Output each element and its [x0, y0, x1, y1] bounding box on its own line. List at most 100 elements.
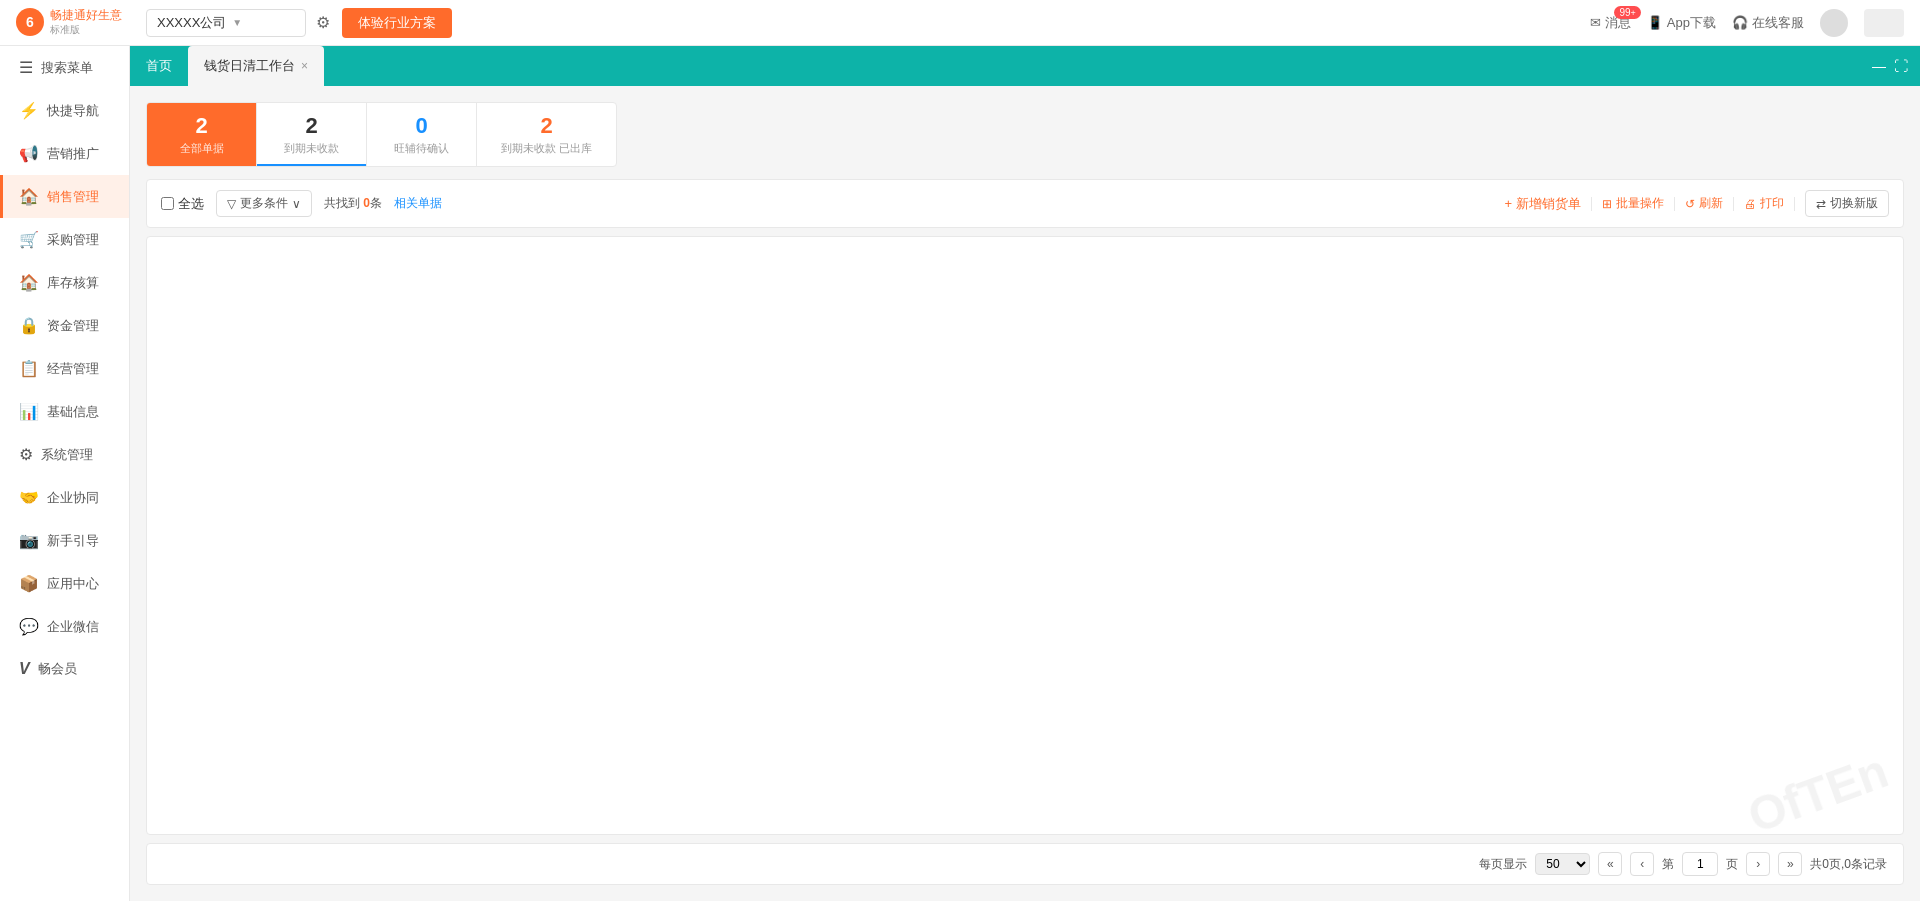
logo-icon: 6	[16, 8, 44, 36]
user-avatar[interactable]	[1820, 9, 1848, 37]
switch-label: 切换新版	[1830, 195, 1878, 212]
new-order-button[interactable]: + 新增销货单	[1504, 195, 1581, 213]
print-label: 打印	[1760, 195, 1784, 212]
stat-num-overdue: 2	[281, 113, 342, 139]
sidebar-item-newbie[interactable]: 📷 新手引导	[0, 519, 129, 562]
total-records: 共0页,0条记录	[1810, 856, 1887, 873]
member-icon: V	[19, 660, 30, 678]
sidebar-label-newbie: 新手引导	[47, 532, 99, 550]
online-service-btn[interactable]: 🎧 在线客服	[1732, 14, 1804, 32]
toolbar-divider-4	[1794, 197, 1795, 211]
select-all-checkbox[interactable]	[161, 197, 174, 210]
sidebar-item-quick-nav[interactable]: ⚡ 快捷导航	[0, 89, 129, 132]
page-label-pre: 第	[1662, 856, 1674, 873]
stat-tab-all[interactable]: 2 全部单据	[147, 103, 257, 166]
filter-button[interactable]: ▽ 更多条件 ∨	[216, 190, 312, 217]
new-order-label: 新增销货单	[1516, 195, 1581, 213]
sidebar-item-purchase[interactable]: 🛒 采购管理	[0, 218, 129, 261]
sidebar-label-operations: 经营管理	[47, 360, 99, 378]
top-bar: 6 畅捷通好生意 标准版 XXXXX公司 ▼ ⚙ 体验行业方案 ✉ 消息 99+…	[0, 0, 1920, 46]
next-page-btn[interactable]: ›	[1746, 852, 1770, 876]
sidebar-item-app-center[interactable]: 📦 应用中心	[0, 562, 129, 605]
stat-num-all: 2	[171, 113, 232, 139]
sidebar-item-basics[interactable]: 📊 基础信息	[0, 390, 129, 433]
sidebar-item-system[interactable]: ⚙ 系统管理	[0, 433, 129, 476]
quick-nav-icon: ⚡	[19, 101, 39, 120]
stat-tab-overdue-out[interactable]: 2 到期未收款 已出库	[477, 103, 616, 166]
app-center-icon: 📦	[19, 574, 39, 593]
sidebar-label-search-menu: 搜索菜单	[41, 59, 93, 77]
filter-arrow-icon: ∨	[292, 197, 301, 211]
sidebar-label-inventory: 库存核算	[47, 274, 99, 292]
company-dropdown-arrow: ▼	[232, 17, 242, 28]
switch-version-btn[interactable]: ⇄ 切换新版	[1805, 190, 1889, 217]
last-page-btn[interactable]: »	[1778, 852, 1802, 876]
sidebar-label-app-center: 应用中心	[47, 575, 99, 593]
tab-bar: 首页 钱货日清工作台 × — ⛶	[130, 46, 1920, 86]
per-page-select[interactable]: 50 100 200	[1535, 853, 1590, 875]
refresh-btn[interactable]: ↺ 刷新	[1685, 195, 1723, 212]
select-all-area[interactable]: 全选	[161, 195, 204, 213]
stat-tab-overdue[interactable]: 2 到期未收款	[257, 103, 367, 166]
sidebar-item-capital[interactable]: 🔒 资金管理	[0, 304, 129, 347]
app-download-btn[interactable]: 📱 App下载	[1647, 14, 1716, 32]
toolbar: 全选 ▽ 更多条件 ∨ 共找到 0条 相关单据 + 新增销货单	[146, 179, 1904, 228]
stat-label-overdue-out: 到期未收款 已出库	[501, 141, 592, 156]
trial-button[interactable]: 体验行业方案	[342, 8, 452, 38]
message-icon: ✉	[1590, 15, 1601, 30]
related-orders-link[interactable]: 相关单据	[394, 195, 442, 212]
sidebar-label-enterprise: 企业协同	[47, 489, 99, 507]
purchase-icon: 🛒	[19, 230, 39, 249]
found-count: 0	[363, 196, 370, 210]
sidebar-item-marketing[interactable]: 📢 营销推广	[0, 132, 129, 175]
stat-label-all: 全部单据	[171, 141, 232, 156]
toolbar-divider-2	[1674, 197, 1675, 211]
batch-label: 批量操作	[1616, 195, 1664, 212]
user-name-area[interactable]	[1864, 9, 1904, 37]
print-btn[interactable]: 🖨 打印	[1744, 195, 1784, 212]
basics-icon: 📊	[19, 402, 39, 421]
toolbar-divider-1	[1591, 197, 1592, 211]
filter-label: 更多条件	[240, 195, 288, 212]
message-btn[interactable]: ✉ 消息 99+	[1590, 14, 1631, 32]
select-all-label: 全选	[178, 195, 204, 213]
stat-label-overdue: 到期未收款	[281, 141, 342, 156]
operations-icon: 📋	[19, 359, 39, 378]
stat-tab-wangwang[interactable]: 0 旺辅待确认	[367, 103, 477, 166]
refresh-icon: ↺	[1685, 197, 1695, 211]
settings-icon[interactable]: ⚙	[316, 13, 330, 32]
logo-sub: 标准版	[50, 23, 122, 37]
minimize-btn[interactable]: —	[1872, 58, 1886, 74]
online-service-label: 在线客服	[1752, 14, 1804, 32]
batch-btn[interactable]: ⊞ 批量操作	[1602, 195, 1664, 212]
sidebar-item-member[interactable]: V 畅会员	[0, 648, 129, 690]
sidebar-item-search-menu[interactable]: ☰ 搜索菜单	[0, 46, 129, 89]
sidebar-label-member: 畅会员	[38, 660, 77, 678]
stat-num-wangwang: 0	[391, 113, 452, 139]
newbie-icon: 📷	[19, 531, 39, 550]
logo-text: 畅捷通好生意	[50, 8, 122, 22]
refresh-label: 刷新	[1699, 195, 1723, 212]
tab-workbench[interactable]: 钱货日清工作台 ×	[188, 46, 324, 86]
message-badge: 99+	[1614, 6, 1640, 19]
tab-home[interactable]: 首页	[130, 46, 188, 86]
sidebar: ☰ 搜索菜单 ⚡ 快捷导航 📢 营销推广 🏠 销售管理 🛒 采购管理 🏠 库存核…	[0, 46, 130, 901]
sidebar-item-inventory[interactable]: 🏠 库存核算	[0, 261, 129, 304]
sidebar-item-wechat[interactable]: 💬 企业微信	[0, 605, 129, 648]
maximize-btn[interactable]: ⛶	[1894, 58, 1908, 74]
system-icon: ⚙	[19, 445, 33, 464]
sidebar-item-operations[interactable]: 📋 经营管理	[0, 347, 129, 390]
toolbar-divider-3	[1733, 197, 1734, 211]
wechat-icon: 💬	[19, 617, 39, 636]
filter-icon: ▽	[227, 197, 236, 211]
sidebar-item-sales[interactable]: 🏠 销售管理	[0, 175, 129, 218]
tab-home-label: 首页	[146, 57, 172, 75]
company-selector[interactable]: XXXXX公司 ▼	[146, 9, 306, 37]
prev-page-btn[interactable]: ‹	[1630, 852, 1654, 876]
switch-icon: ⇄	[1816, 197, 1826, 211]
sidebar-item-enterprise[interactable]: 🤝 企业协同	[0, 476, 129, 519]
tab-close-icon[interactable]: ×	[301, 59, 308, 73]
first-page-btn[interactable]: «	[1598, 852, 1622, 876]
batch-icon: ⊞	[1602, 197, 1612, 211]
current-page-input[interactable]	[1682, 852, 1718, 876]
